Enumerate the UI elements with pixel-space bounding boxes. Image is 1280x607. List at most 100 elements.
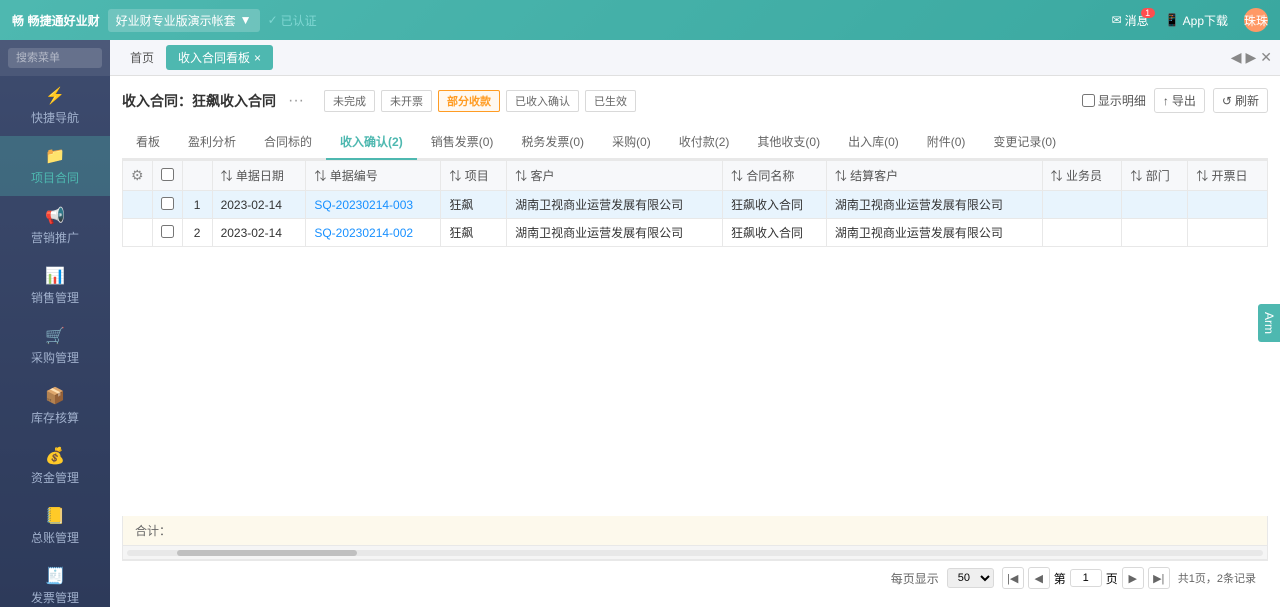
sidebar-search-area [0, 40, 110, 76]
sidebar-item-label: 总账管理 [31, 529, 79, 546]
page-label: 第 [1054, 570, 1066, 587]
sub-tab-profit[interactable]: 盈利分析 [174, 125, 250, 158]
sidebar-item-purchase[interactable]: 🛒 采购管理 [0, 316, 110, 376]
status-effective[interactable]: 已生效 [585, 90, 636, 112]
last-page-button[interactable]: ▶| [1148, 567, 1170, 589]
prev-page-button[interactable]: ◀ [1028, 567, 1050, 589]
scroll-area[interactable] [122, 546, 1268, 560]
sub-tab-warehouse[interactable]: 出入库(0) [834, 125, 913, 158]
sidebar-item-sales[interactable]: 📊 销售管理 [0, 256, 110, 316]
sidebar-item-inventory[interactable]: 📦 库存核算 [0, 376, 110, 436]
sub-tab-changes[interactable]: 变更记录(0) [979, 125, 1070, 158]
sub-tab-subject[interactable]: 合同标的 [250, 125, 326, 158]
status-incomplete[interactable]: 未完成 [324, 90, 375, 112]
date-col-header[interactable]: ⇅ 单据日期 [212, 161, 306, 191]
sidebar-item-label: 快捷导航 [31, 109, 79, 126]
row-checkbox[interactable] [161, 197, 174, 210]
page-number-input[interactable] [1070, 569, 1102, 587]
sub-tab-purchase[interactable]: 采购(0) [598, 125, 665, 158]
next-page-button[interactable]: ▶ [1122, 567, 1144, 589]
tab-next-icon[interactable]: ▶ [1245, 49, 1256, 66]
first-page-button[interactable]: |◀ [1002, 567, 1024, 589]
status-partial[interactable]: 部分收款 [438, 90, 500, 112]
project-col-header[interactable]: ⇅ 项目 [441, 161, 507, 191]
number-cell[interactable]: SQ-20230214-003 [306, 191, 441, 219]
salesperson-cell [1042, 191, 1122, 219]
scroll-thumb[interactable] [177, 550, 357, 556]
message-badge: 1 [1141, 8, 1155, 18]
more-options-button[interactable]: ··· [288, 92, 304, 110]
show-detail-input[interactable] [1082, 94, 1095, 107]
customer-col-header[interactable]: ⇅ 客户 [507, 161, 723, 191]
date-cell: 2023-02-14 [212, 191, 306, 219]
number-col-header[interactable]: ⇅ 单据编号 [306, 161, 441, 191]
sub-tab-tax-invoice[interactable]: 税务发票(0) [507, 125, 598, 158]
message-button[interactable]: ✉ 消息 1 [1112, 12, 1149, 29]
sort-icon: ⇅ [1196, 169, 1208, 183]
sidebar-item-quick-nav[interactable]: ⚡ 快捷导航 [0, 76, 110, 136]
scroll-track[interactable] [127, 550, 1263, 556]
sort-icon: ⇅ [515, 169, 527, 183]
main-layout: ⚡ 快捷导航 📁 项目合同 📢 营销推广 📊 销售管理 🛒 采购管理 📦 库存核… [0, 40, 1280, 607]
record-link[interactable]: SQ-20230214-002 [314, 226, 413, 240]
header-left: 畅 畅捷通好业财 好业财专业版演示帐套 ▼ ✓ 已认证 [12, 9, 317, 32]
company-selector[interactable]: 好业财专业版演示帐套 ▼ [108, 9, 260, 32]
per-page-select[interactable]: 50 [947, 568, 994, 588]
check-icon: ✓ [268, 13, 278, 27]
status-no-invoice[interactable]: 未开票 [381, 90, 432, 112]
arm-float-button[interactable]: Arm [1258, 304, 1280, 342]
tab-close-all-icon[interactable]: ✕ [1260, 49, 1272, 66]
sidebar-item-project-contract[interactable]: 📁 项目合同 [0, 136, 110, 196]
top-header: 畅 畅捷通好业财 好业财专业版演示帐套 ▼ ✓ 已认证 ✉ 消息 1 📱 App… [0, 0, 1280, 40]
refresh-button[interactable]: ↺ 刷新 [1213, 88, 1268, 113]
avatar[interactable]: 珠珠 [1244, 8, 1268, 32]
status-confirmed[interactable]: 已收入确认 [506, 90, 579, 112]
export-icon: ↑ [1163, 94, 1169, 108]
table-row[interactable]: 2 2023-02-14 SQ-20230214-002 狂飙 湖南卫视商业运营… [123, 219, 1268, 247]
tab-bar: 首页 收入合同看板 × ◀ ▶ ✕ [110, 40, 1280, 76]
logo-icon: 畅 [12, 14, 24, 28]
export-button[interactable]: ↑ 导出 [1154, 88, 1205, 113]
purchase-icon: 🛒 [45, 326, 65, 346]
sidebar-item-funds[interactable]: 💰 资金管理 [0, 436, 110, 496]
sub-tab-attachment[interactable]: 附件(0) [913, 125, 980, 158]
sidebar-item-ledger[interactable]: 📒 总账管理 [0, 496, 110, 556]
sub-tab-dashboard[interactable]: 看板 [122, 125, 174, 158]
download-icon: 📱 [1165, 13, 1180, 27]
invoice-date-col-header[interactable]: ⇅ 开票日 [1188, 161, 1268, 191]
gear-icon[interactable]: ⚙ [131, 167, 144, 183]
sub-tab-income-confirm[interactable]: 收入确认(2) [326, 125, 417, 160]
department-cell [1122, 191, 1188, 219]
close-icon[interactable]: × [254, 51, 261, 65]
select-all-checkbox[interactable] [161, 168, 174, 181]
tab-prev-icon[interactable]: ◀ [1231, 49, 1242, 66]
row-checkbox[interactable] [161, 225, 174, 238]
tab-navigation: ◀ ▶ ✕ [1231, 49, 1272, 66]
number-cell[interactable]: SQ-20230214-002 [306, 219, 441, 247]
sub-tab-sales-invoice[interactable]: 销售发票(0) [417, 125, 508, 158]
record-link[interactable]: SQ-20230214-003 [314, 198, 413, 212]
show-detail-checkbox[interactable]: 显示明细 [1082, 92, 1146, 109]
tab-home[interactable]: 首页 [118, 40, 166, 75]
row-checkbox-cell[interactable] [152, 191, 182, 219]
sub-tab-payment[interactable]: 收付款(2) [665, 125, 744, 158]
funds-icon: 💰 [45, 446, 65, 466]
tab-contract-board[interactable]: 收入合同看板 × [166, 45, 273, 70]
settlement-customer-col-header[interactable]: ⇅ 结算客户 [826, 161, 1042, 191]
invoice-icon: 🧾 [45, 566, 65, 586]
sub-tab-other[interactable]: 其他收支(0) [743, 125, 834, 158]
salesperson-cell [1042, 219, 1122, 247]
sidebar-item-label: 采购管理 [31, 349, 79, 366]
app-download-button[interactable]: 📱 App下载 [1165, 12, 1228, 29]
sidebar-item-label: 项目合同 [31, 169, 79, 186]
invoice-date-cell [1188, 219, 1268, 247]
contract-name-col-header[interactable]: ⇅ 合同名称 [722, 161, 826, 191]
sidebar-item-invoice[interactable]: 🧾 发票管理 [0, 556, 110, 607]
sidebar-item-marketing[interactable]: 📢 营销推广 [0, 196, 110, 256]
salesperson-col-header[interactable]: ⇅ 业务员 [1042, 161, 1122, 191]
sidebar: ⚡ 快捷导航 📁 项目合同 📢 营销推广 📊 销售管理 🛒 采购管理 📦 库存核… [0, 40, 110, 607]
department-col-header[interactable]: ⇅ 部门 [1122, 161, 1188, 191]
search-input[interactable] [8, 48, 102, 68]
row-checkbox-cell[interactable] [152, 219, 182, 247]
table-row[interactable]: 1 2023-02-14 SQ-20230214-003 狂飙 湖南卫视商业运营… [123, 191, 1268, 219]
